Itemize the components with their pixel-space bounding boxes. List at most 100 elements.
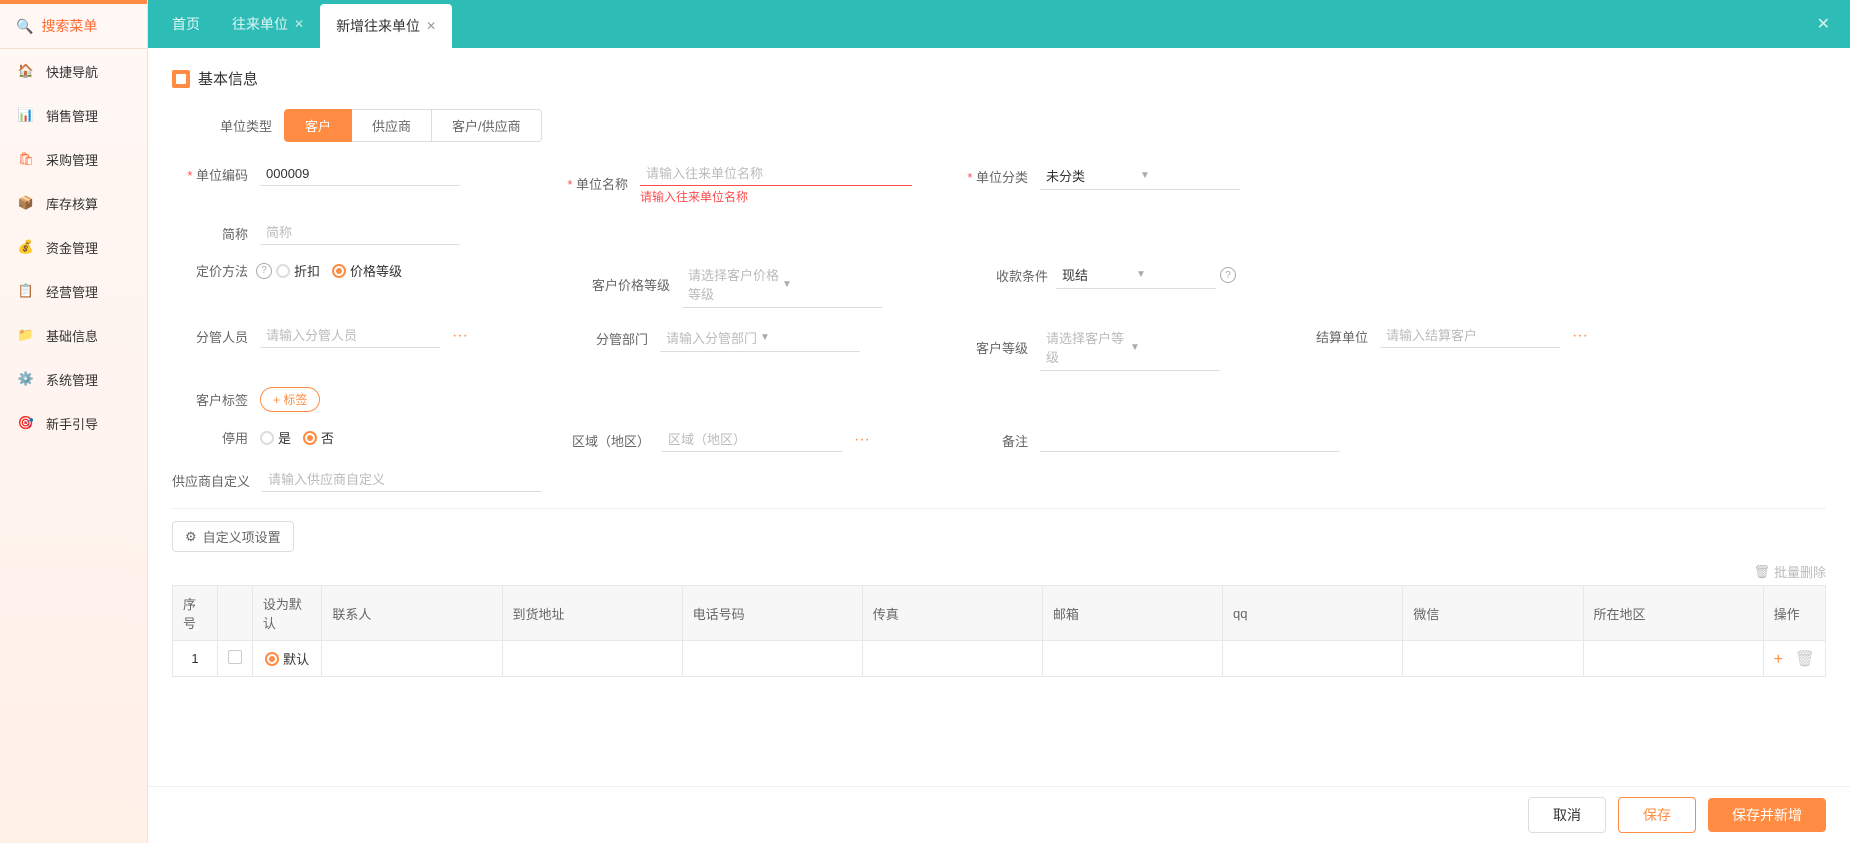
tab-close-all[interactable]: ✕ xyxy=(1805,14,1842,34)
customer-price-select[interactable]: 请选择客户价格等级 ▼ xyxy=(682,261,882,308)
cell-fax xyxy=(862,641,1042,677)
fax-input[interactable] xyxy=(873,647,1032,670)
field-customer-level: 客户等级 请选择客户等级 ▼ xyxy=(952,324,1252,371)
th-action: 操作 xyxy=(1763,586,1825,641)
customer-price-label: 客户价格等级 xyxy=(592,275,674,294)
add-tag-button[interactable]: + 标签 xyxy=(260,387,320,412)
supplier-custom-label: 供应商自定义 xyxy=(172,471,254,490)
sidebar-item-guide[interactable]: 🎯 新手引导 xyxy=(0,401,147,445)
customer-level-select[interactable]: 请选择客户等级 ▼ xyxy=(1040,324,1220,371)
home-icon: 🏠 xyxy=(16,61,36,81)
sidebar-item-finance[interactable]: 💰 资金管理 xyxy=(0,225,147,269)
th-qq: qq xyxy=(1223,586,1403,641)
sidebar-label-guide: 新手引导 xyxy=(46,414,98,433)
email-input[interactable] xyxy=(1053,647,1212,670)
th-region: 所在地区 xyxy=(1583,586,1763,641)
unit-name-wrap: 请输入往来单位名称 xyxy=(640,162,912,205)
disabled-yes-radio[interactable] xyxy=(260,431,274,445)
short-name-input[interactable] xyxy=(260,221,460,245)
settlement-input[interactable] xyxy=(1380,324,1560,348)
cancel-button[interactable]: 取消 xyxy=(1528,797,1606,833)
default-radio[interactable] xyxy=(265,652,279,666)
disabled-yes-label: 是 xyxy=(278,428,291,447)
cell-phone xyxy=(682,641,862,677)
qq-input[interactable] xyxy=(1233,647,1392,670)
tab-new-partner-close[interactable]: ✕ xyxy=(426,20,436,32)
sidebar-label-finance: 资金管理 xyxy=(46,238,98,257)
supplier-custom-input[interactable] xyxy=(262,468,542,492)
pricing-discount-radio[interactable] xyxy=(276,264,290,278)
tab-partner-close[interactable]: ✕ xyxy=(294,18,304,30)
tab-new-partner-label: 新增往来单位 xyxy=(336,16,420,36)
manager-input[interactable] xyxy=(260,324,440,348)
disabled-no-radio[interactable] xyxy=(303,431,317,445)
unit-type-row: 单位类型 客户 供应商 客户/供应商 xyxy=(172,109,1826,142)
pricing-discount-option[interactable]: 折扣 xyxy=(276,261,320,280)
form-row-6: 停用 是 否 区域（地区） ··· xyxy=(172,428,1826,452)
type-btn-customer[interactable]: 客户 xyxy=(284,109,352,142)
th-email: 邮箱 xyxy=(1042,586,1222,641)
region-input[interactable] xyxy=(662,428,842,452)
unit-category-label: 单位分类 xyxy=(952,167,1032,186)
sidebar-item-system[interactable]: ⚙️ 系统管理 xyxy=(0,357,147,401)
tab-home[interactable]: 首页 xyxy=(156,4,216,44)
cell-email xyxy=(1042,641,1222,677)
save-button[interactable]: 保存 xyxy=(1618,797,1696,833)
payment-help-icon[interactable]: ? xyxy=(1220,267,1236,283)
remark-label: 备注 xyxy=(952,431,1032,450)
cell-contact xyxy=(322,641,502,677)
field-short-name: 简称 xyxy=(172,221,512,245)
unit-code-input[interactable] xyxy=(260,162,460,186)
sidebar: 🔍 搜索菜单 🏠 快捷导航 📊 销售管理 🛍 采购管理 📦 库存核算 💰 资金管… xyxy=(0,0,148,843)
tab-new-partner[interactable]: 新增往来单位 ✕ xyxy=(320,4,452,48)
payment-terms-select[interactable]: 现结 ▼ xyxy=(1056,261,1216,289)
sidebar-search-label: 搜索菜单 xyxy=(41,16,97,36)
disabled-no-option[interactable]: 否 xyxy=(303,428,334,447)
field-settlement: 结算单位 ··· xyxy=(1292,324,1632,348)
row-checkbox[interactable] xyxy=(228,650,242,664)
unit-category-select[interactable]: 未分类 ▼ xyxy=(1040,162,1240,190)
field-remark: 备注 xyxy=(952,428,1352,452)
th-phone: 电话号码 xyxy=(682,586,862,641)
sidebar-item-purchase[interactable]: 🛍 采购管理 xyxy=(0,137,147,181)
cell-region xyxy=(1583,641,1763,677)
settlement-more-btn[interactable]: ··· xyxy=(1568,327,1592,345)
region-tbl-input[interactable] xyxy=(1594,647,1753,670)
type-btn-both[interactable]: 客户/供应商 xyxy=(432,109,542,142)
custom-setting-button[interactable]: ⚙ 自定义项设置 xyxy=(172,521,294,552)
pricing-level-radio[interactable] xyxy=(332,264,346,278)
remark-input[interactable] xyxy=(1040,428,1340,452)
manager-more-btn[interactable]: ··· xyxy=(448,327,472,345)
batch-delete-label: 批量删除 xyxy=(1774,562,1826,581)
contact-input[interactable] xyxy=(332,647,491,670)
sidebar-item-sales[interactable]: 📊 销售管理 xyxy=(0,93,147,137)
tag-btn-label: + 标签 xyxy=(273,391,307,408)
region-label: 区域（地区） xyxy=(572,431,654,450)
address-input[interactable] xyxy=(513,647,672,670)
sidebar-item-inventory[interactable]: 📦 库存核算 xyxy=(0,181,147,225)
unit-name-input[interactable] xyxy=(640,162,912,186)
wechat-input[interactable] xyxy=(1413,647,1572,670)
save-new-button[interactable]: 保存并新增 xyxy=(1708,798,1826,832)
tab-partner[interactable]: 往来单位 ✕ xyxy=(216,4,320,44)
field-unit-name: 单位名称 请输入往来单位名称 xyxy=(552,162,912,205)
row-delete-btn[interactable]: 🗑 xyxy=(1795,651,1815,668)
default-radio-item[interactable]: 默认 xyxy=(263,649,312,668)
phone-input[interactable] xyxy=(693,647,852,670)
sidebar-item-business[interactable]: 📋 经营管理 xyxy=(0,269,147,313)
pricing-help-icon[interactable]: ? xyxy=(256,263,272,279)
department-select[interactable]: 请输入分管部门 ▼ xyxy=(660,324,860,352)
sidebar-item-basics[interactable]: 📁 基础信息 xyxy=(0,313,147,357)
disabled-yes-option[interactable]: 是 xyxy=(260,428,291,447)
contact-table: 序号 设为默认 联系人 到货地址 电话号码 传真 邮箱 qq 微信 所在地区 操… xyxy=(172,585,1826,677)
sidebar-item-quick-nav[interactable]: 🏠 快捷导航 xyxy=(0,49,147,93)
search-icon: 🔍 xyxy=(16,18,33,35)
row-add-btn[interactable]: + xyxy=(1774,651,1783,668)
sidebar-search[interactable]: 🔍 搜索菜单 xyxy=(0,4,147,49)
pricing-radio-group: 折扣 价格等级 xyxy=(276,261,402,280)
type-btn-supplier[interactable]: 供应商 xyxy=(352,109,432,142)
settlement-label: 结算单位 xyxy=(1292,327,1372,346)
pricing-level-option[interactable]: 价格等级 xyxy=(332,261,402,280)
batch-delete-btn[interactable]: 🗑 批量删除 xyxy=(172,562,1826,581)
region-more-btn[interactable]: ··· xyxy=(850,431,874,449)
